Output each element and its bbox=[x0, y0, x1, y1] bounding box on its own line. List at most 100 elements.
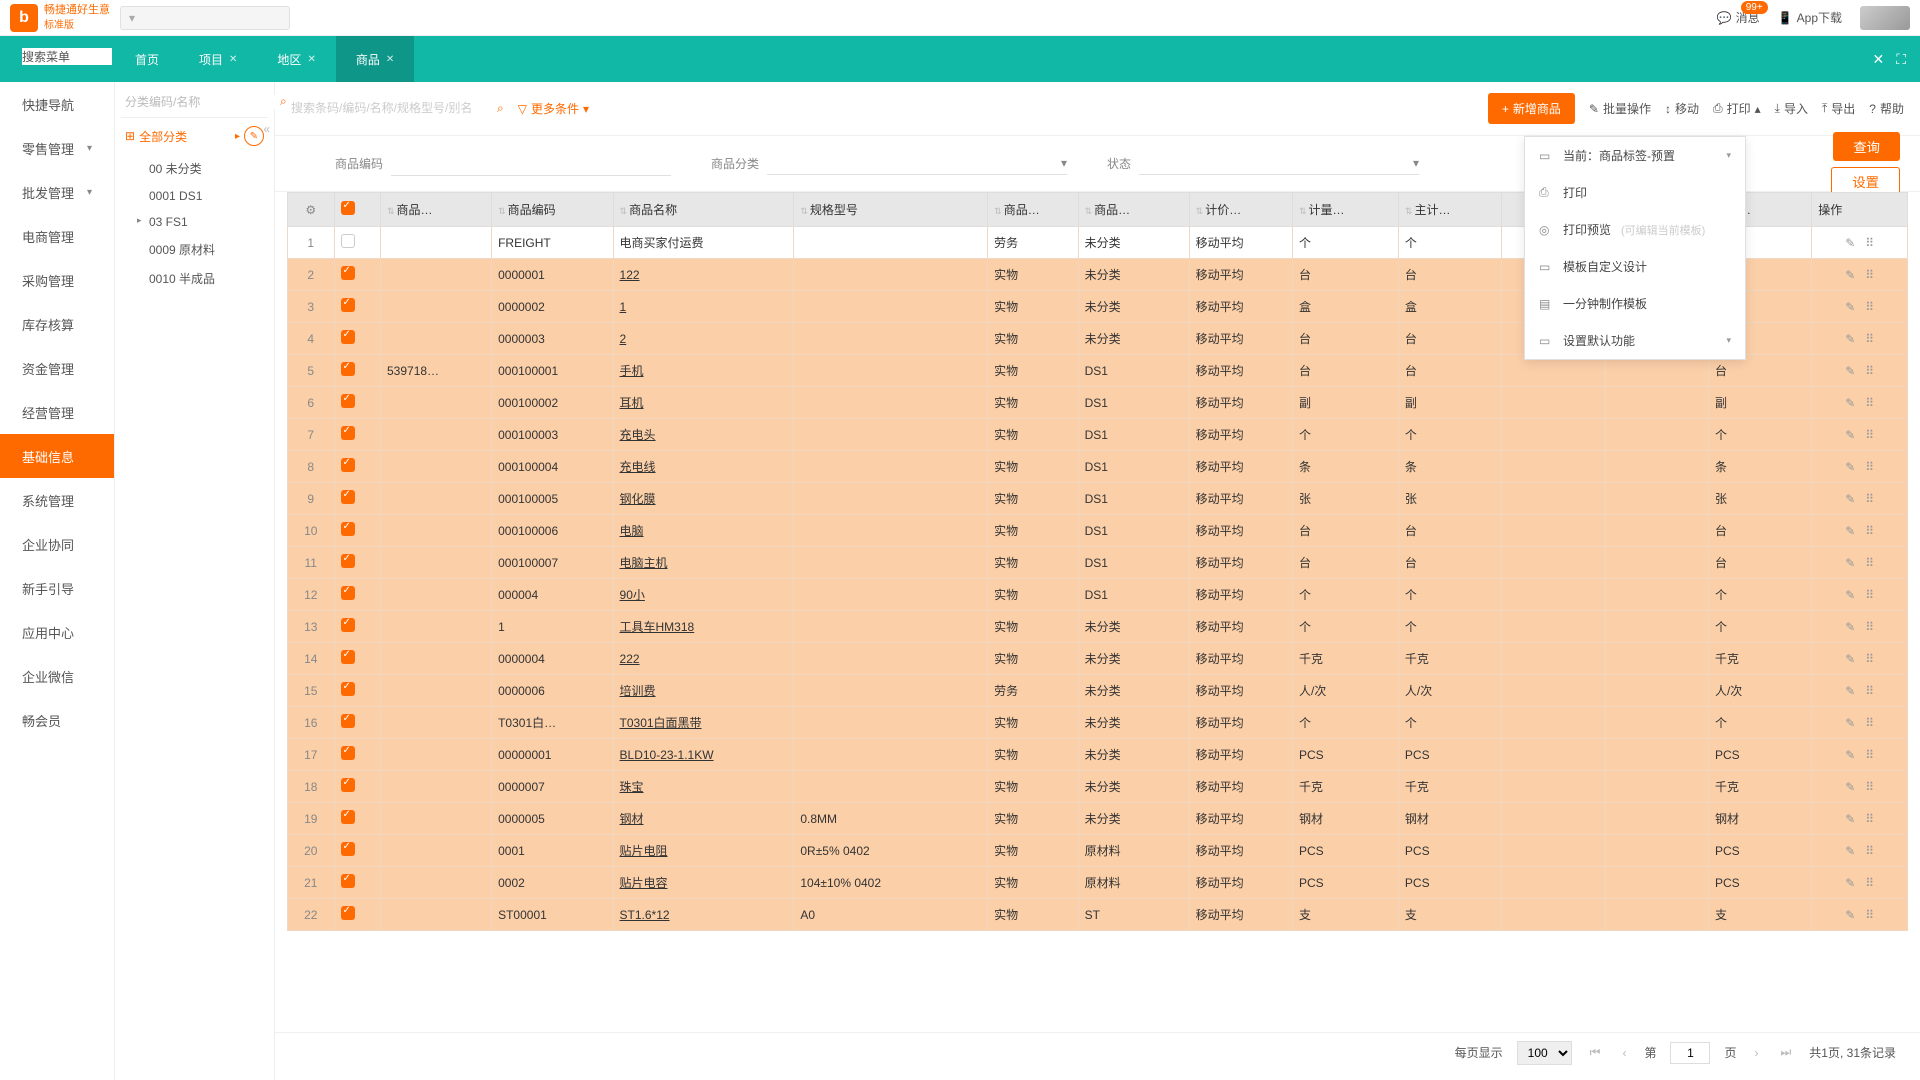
sidebar-search-label[interactable]: 搜索菜单 bbox=[22, 48, 112, 65]
cell-name[interactable]: 手机 bbox=[613, 355, 794, 387]
col-pricing[interactable]: ⇅计价… bbox=[1189, 193, 1292, 227]
more-row-icon[interactable]: ⠿ bbox=[1865, 428, 1874, 442]
fullscreen-icon[interactable]: ⛶ bbox=[1896, 51, 1906, 68]
more-filter-toggle[interactable]: ▽ 更多条件 ▾ bbox=[518, 100, 589, 117]
edit-row-icon[interactable]: ✎ bbox=[1845, 844, 1855, 858]
edit-row-icon[interactable]: ✎ bbox=[1845, 300, 1855, 314]
cell-name[interactable]: 电脑 bbox=[613, 515, 794, 547]
tree-root[interactable]: ⊞ 全部分类 ▸ ✎ bbox=[121, 118, 268, 154]
edit-row-icon[interactable]: ✎ bbox=[1845, 812, 1855, 826]
prev-page-button[interactable]: ‹ bbox=[1618, 1046, 1630, 1060]
col-spec[interactable]: ⇅规格型号 bbox=[794, 193, 988, 227]
table-row[interactable]: 22ST00001ST1.6*12A0实物ST移动平均支支支✎⠿ bbox=[288, 899, 1908, 931]
edit-tree-icon[interactable]: ✎ bbox=[244, 126, 264, 146]
table-row[interactable]: 131工具车HM318实物未分类移动平均个个个✎⠿ bbox=[288, 611, 1908, 643]
org-selector[interactable]: ▾ bbox=[120, 6, 290, 30]
cell-name[interactable]: 1 bbox=[613, 291, 794, 323]
first-page-button[interactable]: ⏮ bbox=[1586, 1045, 1605, 1060]
more-row-icon[interactable]: ⠿ bbox=[1865, 588, 1874, 602]
edit-row-icon[interactable]: ✎ bbox=[1845, 908, 1855, 922]
cell-name[interactable]: 贴片电阻 bbox=[613, 835, 794, 867]
edit-row-icon[interactable]: ✎ bbox=[1845, 396, 1855, 410]
cell-name[interactable]: 耳机 bbox=[613, 387, 794, 419]
app-download-button[interactable]: 📱 App下载 bbox=[1778, 9, 1842, 26]
row-checkbox[interactable] bbox=[334, 611, 381, 643]
row-checkbox[interactable] bbox=[334, 483, 381, 515]
more-row-icon[interactable]: ⠿ bbox=[1865, 460, 1874, 474]
tab-close-icon[interactable]: ✕ bbox=[229, 54, 237, 65]
sidebar-item[interactable]: 应用中心 bbox=[0, 610, 114, 654]
cell-name[interactable]: 电脑主机 bbox=[613, 547, 794, 579]
more-row-icon[interactable]: ⠿ bbox=[1865, 652, 1874, 666]
per-page-select[interactable]: 100 bbox=[1517, 1041, 1572, 1065]
more-row-icon[interactable]: ⠿ bbox=[1865, 492, 1874, 506]
sidebar-item[interactable]: 新手引导 bbox=[0, 566, 114, 610]
col-select-all[interactable] bbox=[334, 193, 381, 227]
tab-close-icon[interactable]: ✕ bbox=[307, 54, 315, 65]
more-row-icon[interactable]: ⠿ bbox=[1865, 684, 1874, 698]
next-page-button[interactable]: › bbox=[1750, 1046, 1762, 1060]
row-checkbox[interactable] bbox=[334, 515, 381, 547]
edit-row-icon[interactable]: ✎ bbox=[1845, 460, 1855, 474]
more-row-icon[interactable]: ⠿ bbox=[1865, 236, 1874, 250]
more-row-icon[interactable]: ⠿ bbox=[1865, 812, 1874, 826]
sidebar-item[interactable]: 采购管理 bbox=[0, 258, 114, 302]
import-button[interactable]: ⤓导入 bbox=[1775, 100, 1808, 117]
row-checkbox[interactable] bbox=[334, 771, 381, 803]
user-avatar[interactable] bbox=[1860, 6, 1910, 30]
cell-name[interactable]: 珠宝 bbox=[613, 771, 794, 803]
search-icon[interactable]: ⌕ bbox=[497, 101, 504, 116]
product-search-input[interactable] bbox=[291, 97, 491, 120]
table-row[interactable]: 1700000001BLD10-23-1.1KW实物未分类移动平均PCSPCSP… bbox=[288, 739, 1908, 771]
more-row-icon[interactable]: ⠿ bbox=[1865, 844, 1874, 858]
row-checkbox[interactable] bbox=[334, 323, 381, 355]
edit-row-icon[interactable]: ✎ bbox=[1845, 268, 1855, 282]
table-row[interactable]: 6000100002耳机实物DS1移动平均副副副✎⠿ bbox=[288, 387, 1908, 419]
tab-首页[interactable]: 首页 bbox=[115, 36, 179, 82]
row-checkbox[interactable] bbox=[334, 739, 381, 771]
edit-row-icon[interactable]: ✎ bbox=[1845, 780, 1855, 794]
cell-name[interactable]: 222 bbox=[613, 643, 794, 675]
collapse-tree-icon[interactable]: « bbox=[263, 122, 270, 136]
more-row-icon[interactable]: ⠿ bbox=[1865, 748, 1874, 762]
messages-button[interactable]: 💬 消息 99+ bbox=[1717, 9, 1760, 26]
edit-row-icon[interactable]: ✎ bbox=[1845, 876, 1855, 890]
move-button[interactable]: ↕移动 bbox=[1665, 100, 1699, 117]
edit-row-icon[interactable]: ✎ bbox=[1845, 236, 1855, 250]
template-quick-action[interactable]: ▤ 一分钟制作模板 bbox=[1525, 285, 1745, 322]
table-row[interactable]: 200001贴片电阻0R±5% 0402实物原材料移动平均PCSPCSPCS✎⠿ bbox=[288, 835, 1908, 867]
more-row-icon[interactable]: ⠿ bbox=[1865, 524, 1874, 538]
cell-name[interactable]: 培训费 bbox=[613, 675, 794, 707]
table-row[interactable]: 10000100006电脑实物DS1移动平均台台台✎⠿ bbox=[288, 515, 1908, 547]
sidebar-item[interactable]: 快捷导航 bbox=[0, 82, 114, 126]
row-checkbox[interactable] bbox=[334, 835, 381, 867]
cell-name[interactable]: 贴片电容 bbox=[613, 867, 794, 899]
more-row-icon[interactable]: ⠿ bbox=[1865, 556, 1874, 570]
add-product-button[interactable]: + 新增商品 bbox=[1488, 93, 1575, 124]
row-checkbox[interactable] bbox=[334, 419, 381, 451]
table-row[interactable]: 210002贴片电容104±10% 0402实物原材料移动平均PCSPCSPCS… bbox=[288, 867, 1908, 899]
table-row[interactable]: 7000100003充电头实物DS1移动平均个个个✎⠿ bbox=[288, 419, 1908, 451]
tab-项目[interactable]: 项目✕ bbox=[179, 36, 257, 82]
table-row[interactable]: 140000004222实物未分类移动平均千克千克千克✎⠿ bbox=[288, 643, 1908, 675]
export-button[interactable]: ⤒导出 bbox=[1822, 100, 1855, 117]
table-row[interactable]: 190000005钢材0.8MM实物未分类移动平均钢材钢材钢材✎⠿ bbox=[288, 803, 1908, 835]
filter-status-select[interactable]: ▾ bbox=[1139, 152, 1419, 175]
edit-row-icon[interactable]: ✎ bbox=[1845, 524, 1855, 538]
more-row-icon[interactable]: ⠿ bbox=[1865, 876, 1874, 890]
tab-地区[interactable]: 地区✕ bbox=[257, 36, 335, 82]
set-default-action[interactable]: ▭ 设置默认功能 ▾ bbox=[1525, 322, 1745, 359]
more-row-icon[interactable]: ⠿ bbox=[1865, 780, 1874, 794]
cell-name[interactable]: 充电线 bbox=[613, 451, 794, 483]
table-row[interactable]: 9000100005钢化膜实物DS1移动平均张张张✎⠿ bbox=[288, 483, 1908, 515]
table-row[interactable]: 1200000490小实物DS1移动平均个个个✎⠿ bbox=[288, 579, 1908, 611]
sidebar-item[interactable]: 电商管理 bbox=[0, 214, 114, 258]
cell-name[interactable]: 工具车HM318 bbox=[613, 611, 794, 643]
table-row[interactable]: 150000006培训费劳务未分类移动平均人/次人/次人/次✎⠿ bbox=[288, 675, 1908, 707]
edit-row-icon[interactable]: ✎ bbox=[1845, 652, 1855, 666]
col-category[interactable]: ⇅商品… bbox=[1078, 193, 1189, 227]
cell-name[interactable]: 钢材 bbox=[613, 803, 794, 835]
more-row-icon[interactable]: ⠿ bbox=[1865, 300, 1874, 314]
sidebar-item[interactable]: 企业协同 bbox=[0, 522, 114, 566]
row-checkbox[interactable] bbox=[334, 259, 381, 291]
